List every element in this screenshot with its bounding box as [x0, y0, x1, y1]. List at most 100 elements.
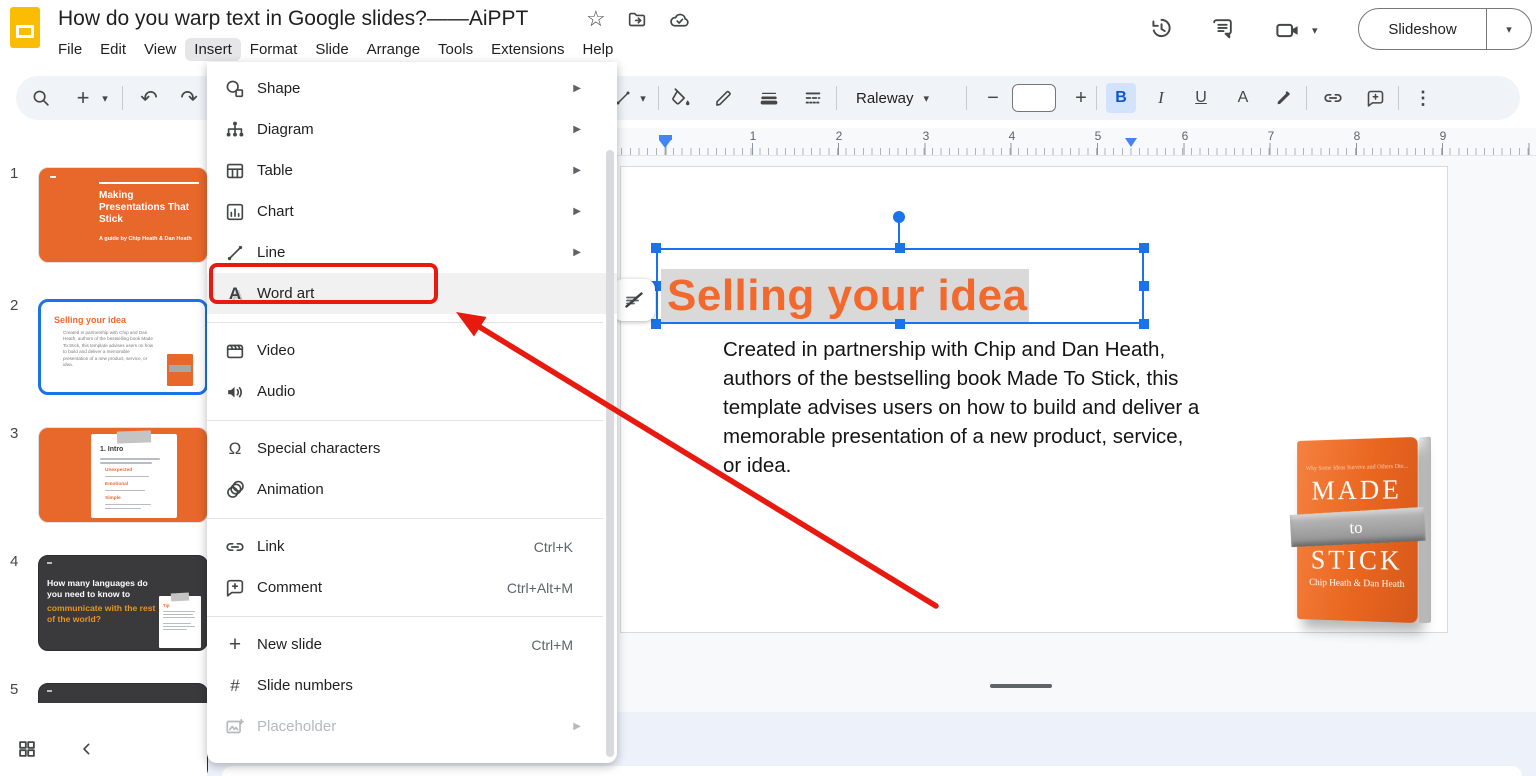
slideshow-caret-button[interactable]: ▾: [1487, 20, 1531, 38]
cloud-status-icon[interactable]: [668, 9, 691, 37]
slide-thumbnail-2[interactable]: Selling your idea Created in partnership…: [38, 299, 208, 395]
insert-link-button[interactable]: [1318, 83, 1348, 113]
slide-number: 5: [10, 681, 19, 698]
menubar-slide[interactable]: Slide: [306, 38, 357, 61]
selection-handle-sw[interactable]: [651, 319, 661, 329]
menubar-edit[interactable]: Edit: [91, 38, 135, 61]
menu-item-animation[interactable]: Animation: [207, 469, 617, 510]
selection-handle-se[interactable]: [1139, 319, 1149, 329]
menu-item-special-characters[interactable]: Ω Special characters: [207, 428, 617, 469]
text-color-button[interactable]: A: [1228, 83, 1258, 113]
version-history-button[interactable]: [1148, 15, 1174, 46]
new-slide-caret[interactable]: ▾: [96, 83, 114, 113]
line-tool-caret[interactable]: ▾: [634, 83, 652, 113]
thumb3-card: 1. Intro Unexpected Emotional Simple: [91, 430, 177, 518]
star-icon[interactable]: ☆: [586, 6, 606, 32]
right-indent-marker[interactable]: [1125, 138, 1137, 147]
thumb1-title: Making Presentations That Stick: [99, 190, 190, 225]
grid-view-button[interactable]: [14, 736, 40, 762]
selection-bounding-box[interactable]: [656, 248, 1144, 324]
autofit-options-button[interactable]: [613, 279, 655, 321]
chevron-left-icon: [83, 743, 90, 755]
fill-color-button[interactable]: [666, 83, 696, 113]
menubar-tools[interactable]: Tools: [429, 38, 482, 61]
font-family-select[interactable]: Raleway ▾: [848, 83, 937, 113]
submenu-arrow-icon: ▶: [573, 165, 581, 176]
comments-icon: [1213, 19, 1232, 39]
menubar-view[interactable]: View: [135, 38, 185, 61]
thumb3-bullet-1: Unexpected: [105, 468, 133, 473]
menu-item-chart[interactable]: Chart ▶: [207, 191, 617, 232]
insert-comment-button[interactable]: [1360, 83, 1390, 113]
selection-handle-nw[interactable]: [651, 243, 661, 253]
menu-item-placeholder[interactable]: Placeholder ▶: [207, 706, 617, 747]
made-to-stick-book-image[interactable]: Why Some Ideas Survive and Others Die...…: [1289, 435, 1439, 635]
menu-item-audio[interactable]: Audio: [207, 371, 617, 412]
selection-handle-ne[interactable]: [1139, 243, 1149, 253]
border-weight-button[interactable]: [754, 83, 784, 113]
menubar-help[interactable]: Help: [573, 38, 622, 61]
left-indent-marker[interactable]: [659, 140, 671, 148]
rotation-handle[interactable]: [893, 211, 905, 223]
menu-item-line[interactable]: Line ▶: [207, 232, 617, 273]
book-title-mid: to: [1348, 517, 1364, 537]
menubar-insert[interactable]: Insert: [185, 37, 241, 61]
more-options-button[interactable]: ⋮: [1408, 83, 1438, 113]
italic-button[interactable]: I: [1146, 83, 1176, 113]
selection-handle-e[interactable]: [1139, 281, 1149, 291]
slide-thumbnail-4[interactable]: How many languages do you need to know t…: [38, 555, 208, 651]
border-dash-icon: [805, 92, 821, 104]
menu-scrollbar-thumb[interactable]: [606, 150, 614, 757]
meet-camera-button[interactable]: [1274, 17, 1301, 49]
notes-resize-handle[interactable]: [990, 684, 1052, 688]
menu-item-word-art[interactable]: A Word art: [207, 273, 617, 314]
open-comments-button[interactable]: [1210, 16, 1235, 46]
menu-item-diagram[interactable]: Diagram ▶: [207, 109, 617, 150]
menu-item-link[interactable]: Link Ctrl+K: [207, 526, 617, 567]
menubar-arrange[interactable]: Arrange: [358, 38, 429, 61]
slide-number: 4: [10, 553, 19, 570]
slide-thumbnail-1[interactable]: Making Presentations That Stick A guide …: [38, 167, 208, 263]
redo-button[interactable]: ↷: [174, 83, 204, 113]
selection-handle-s[interactable]: [895, 319, 905, 329]
menu-item-new-slide[interactable]: + New slide Ctrl+M: [207, 624, 617, 665]
redo-icon: ↷: [180, 86, 198, 110]
slideshow-button[interactable]: Slideshow: [1359, 21, 1486, 38]
menu-item-shape[interactable]: Shape ▶: [207, 68, 617, 109]
highlight-color-button[interactable]: [1268, 83, 1298, 113]
new-slide-button[interactable]: +: [68, 83, 98, 113]
camera-caret[interactable]: ▾: [1312, 24, 1318, 37]
thumb4-tape: [170, 592, 190, 602]
move-folder-icon[interactable]: [626, 9, 648, 36]
underline-button[interactable]: U: [1186, 83, 1216, 113]
border-color-button[interactable]: [708, 83, 738, 113]
book-title-top: MADE: [1311, 474, 1402, 506]
speaker-notes-input[interactable]: [222, 766, 1522, 776]
menubar-extensions[interactable]: Extensions: [482, 38, 573, 61]
thumb3-card-title: 1. Intro: [100, 446, 124, 453]
menubar-file[interactable]: File: [49, 38, 91, 61]
collapse-filmstrip-button[interactable]: [74, 736, 100, 762]
decrease-font-size-button[interactable]: −: [978, 83, 1008, 113]
increase-font-size-button[interactable]: +: [1066, 83, 1096, 113]
fill-color-icon: [672, 88, 690, 106]
menu-item-slide-numbers[interactable]: # Slide numbers: [207, 665, 617, 706]
undo-button[interactable]: ↶: [134, 83, 164, 113]
slide-body-text[interactable]: Created in partnership with Chip and Dan…: [723, 335, 1205, 480]
slide-thumbnail-3[interactable]: 1. Intro Unexpected Emotional Simple: [38, 427, 208, 523]
menubar-format[interactable]: Format: [241, 38, 307, 61]
document-title[interactable]: How do you warp text in Google slides?——…: [58, 7, 528, 31]
zoom-button[interactable]: [26, 83, 56, 113]
bold-button[interactable]: B: [1106, 83, 1136, 113]
border-dash-button[interactable]: [798, 83, 828, 113]
menu-item-table[interactable]: Table ▶: [207, 150, 617, 191]
thumb3-bullet-2: Emotional: [105, 482, 129, 487]
app-header: How do you warp text in Google slides?——…: [0, 0, 1536, 64]
font-size-input[interactable]: [1012, 84, 1056, 112]
thumb-deco-dash: [47, 690, 52, 692]
selection-handle-n[interactable]: [895, 243, 905, 253]
menu-item-video[interactable]: Video: [207, 330, 617, 371]
slides-logo[interactable]: [10, 7, 40, 48]
menu-item-comment[interactable]: Comment Ctrl+Alt+M: [207, 567, 617, 608]
slide-page[interactable]: Selling your idea Created in partnership…: [620, 166, 1448, 633]
